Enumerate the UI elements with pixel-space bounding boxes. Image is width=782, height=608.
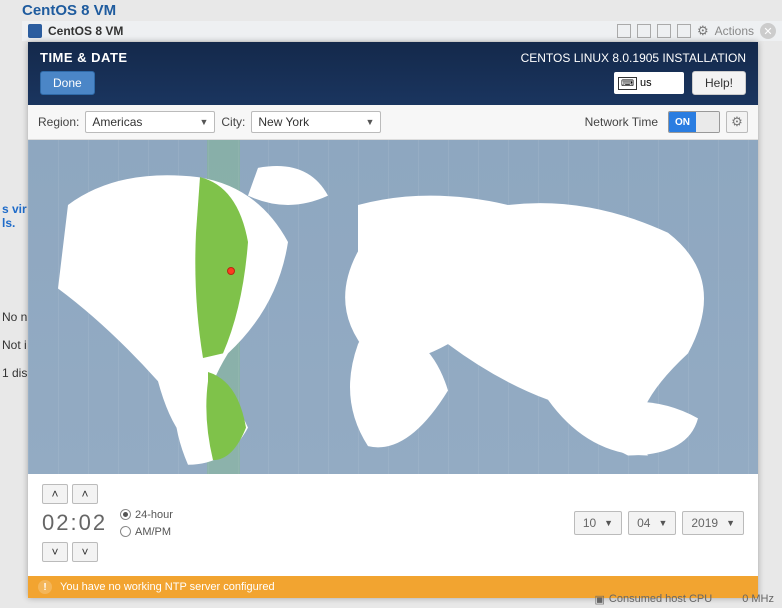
region-value: Americas: [92, 115, 142, 129]
installer-window: TIME & DATE CENTOS LINUX 8.0.1905 INSTAL…: [28, 42, 758, 598]
radio-24hour[interactable]: 24-hour: [120, 509, 173, 521]
chevron-down-icon: ▼: [365, 117, 374, 127]
install-title: CENTOS LINUX 8.0.1905 INSTALLATION: [521, 51, 746, 65]
radio-icon: [120, 509, 131, 520]
month-value: 10: [583, 516, 596, 530]
network-time-toggle[interactable]: ON: [668, 111, 720, 133]
network-time-label: Network Time: [585, 115, 658, 129]
radio-ampm-label: AM/PM: [135, 526, 171, 538]
cpu-icon: ▣: [594, 593, 604, 606]
keyboard-icon: ⌨: [618, 77, 637, 90]
hour-up-button[interactable]: ˄: [42, 484, 68, 504]
bg-link: ls.: [2, 216, 27, 230]
footer-stats: ▣ Consumed host CPU 0 MHz: [30, 593, 774, 606]
keyboard-layout-label: us: [640, 77, 652, 89]
bg-text: 1 dis: [2, 366, 27, 380]
chevron-down-icon: ▼: [604, 518, 613, 528]
background-text: s vir ls. No n Not i 1 dis: [0, 202, 27, 380]
year-dropdown[interactable]: 2019 ▼: [682, 511, 744, 535]
region-label: Region:: [38, 115, 79, 129]
radio-ampm[interactable]: AM/PM: [120, 526, 173, 538]
vm-title-bar: CentOS 8 VM Actions ✕: [22, 21, 782, 41]
cpu-value: 0 MHz: [742, 593, 774, 606]
bg-text: No n: [2, 310, 27, 324]
toggle-on-label: ON: [669, 112, 696, 132]
close-icon[interactable]: ✕: [760, 23, 776, 39]
gear-icon: [731, 114, 743, 130]
bg-link: s vir: [2, 202, 27, 216]
window-control-icon[interactable]: [637, 24, 651, 38]
city-label: City:: [221, 115, 245, 129]
actions-label[interactable]: Actions: [715, 24, 754, 38]
city-value: New York: [258, 115, 309, 129]
outer-window-title: CentOS 8 VM: [22, 2, 782, 19]
minute-up-button[interactable]: ˄: [72, 484, 98, 504]
day-value: 04: [637, 516, 650, 530]
chevron-down-icon: ▼: [658, 518, 667, 528]
chevron-down-icon: ▼: [726, 518, 735, 528]
hour-down-button[interactable]: ˅: [42, 542, 68, 562]
page-title: TIME & DATE: [40, 50, 128, 65]
world-map: [28, 140, 758, 474]
day-dropdown[interactable]: 04 ▼: [628, 511, 676, 535]
warning-icon: !: [38, 580, 52, 594]
chevron-down-icon: ▼: [199, 117, 208, 127]
gear-icon[interactable]: [697, 23, 709, 39]
radio-icon: [120, 526, 131, 537]
region-dropdown[interactable]: Americas ▼: [85, 111, 215, 133]
radio-24hour-label: 24-hour: [135, 509, 173, 521]
window-control-icon[interactable]: [617, 24, 631, 38]
city-dropdown[interactable]: New York ▼: [251, 111, 381, 133]
window-control-icon[interactable]: [657, 24, 671, 38]
window-control-icon[interactable]: [677, 24, 691, 38]
ntp-settings-button[interactable]: [726, 111, 748, 133]
bg-text: Not i: [2, 338, 27, 352]
minute-down-button[interactable]: ˅: [72, 542, 98, 562]
location-marker: [227, 267, 235, 275]
vm-icon: [28, 24, 42, 38]
time-display: 02:02: [42, 508, 102, 538]
keyboard-layout-box[interactable]: ⌨ us: [614, 72, 684, 94]
timezone-map[interactable]: [28, 140, 758, 474]
vm-title-label: CentOS 8 VM: [48, 24, 123, 38]
year-value: 2019: [691, 516, 718, 530]
month-dropdown[interactable]: 10 ▼: [574, 511, 622, 535]
done-button[interactable]: Done: [40, 71, 95, 95]
help-button[interactable]: Help!: [692, 71, 746, 95]
warning-text: You have no working NTP server configure…: [60, 581, 275, 593]
cpu-label: Consumed host CPU: [609, 593, 712, 606]
